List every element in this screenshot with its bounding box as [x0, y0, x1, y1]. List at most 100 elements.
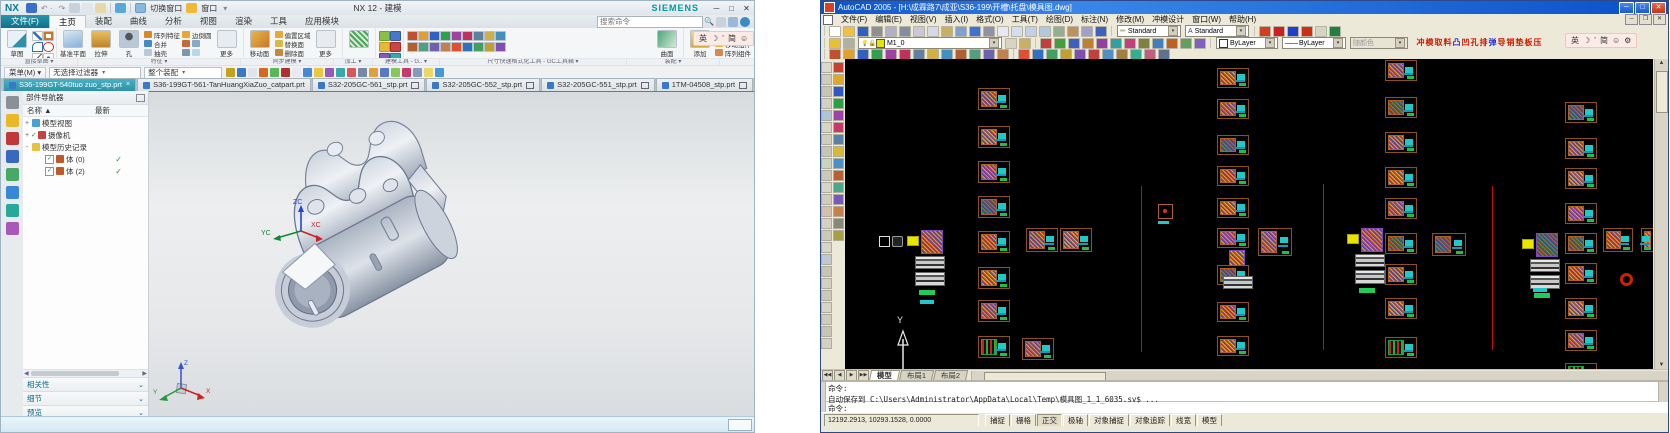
toolbar-icon[interactable]: [1287, 26, 1299, 37]
part-tab[interactable]: S32-205GC-561_stp.prt: [312, 78, 426, 91]
visibility-checkbox[interactable]: ✓: [45, 155, 54, 164]
draw-tool-icon[interactable]: [821, 182, 832, 193]
detail-drawing-cell[interactable]: [1385, 167, 1417, 188]
object-snap-icon[interactable]: [1040, 38, 1052, 49]
help-icon[interactable]: [740, 17, 750, 27]
detail-drawing-cell[interactable]: [1217, 336, 1249, 356]
minimize-ribbon-icon[interactable]: [728, 17, 738, 27]
drawing-canvas[interactable]: Y X: [845, 59, 1653, 369]
move-face-button[interactable]: 移动面: [247, 29, 273, 58]
close-button[interactable]: ✕: [739, 3, 754, 14]
draw-tool-icon[interactable]: [821, 194, 832, 205]
object-snap-icon[interactable]: [1096, 38, 1108, 49]
snap-point-icon[interactable]: [248, 68, 257, 77]
draw-tool-icon[interactable]: [821, 110, 832, 121]
draw-tool-icon[interactable]: [833, 86, 844, 97]
gc-tool-icon[interactable]: [418, 31, 429, 41]
minimize-button[interactable]: ─: [1619, 2, 1634, 14]
detail-drawing-cell[interactable]: [1385, 298, 1417, 319]
object-snap-icon[interactable]: [1194, 38, 1206, 49]
draw-tool-icon[interactable]: [821, 170, 832, 181]
detail-drawing-cell[interactable]: [978, 336, 1010, 358]
gc-tool-icon[interactable]: [495, 42, 506, 52]
die-command-button[interactable]: 销: [1506, 38, 1515, 48]
selection-scope-dropdown[interactable]: 整个装配▾: [144, 67, 222, 79]
gc-tool-icon[interactable]: [407, 42, 418, 52]
command-scrollbar[interactable]: [1658, 382, 1668, 402]
die-tool-icon[interactable]: [1130, 49, 1142, 60]
die-command-button[interactable]: 垫: [1515, 38, 1524, 48]
modeling-tool-icon[interactable]: [390, 42, 401, 52]
die-command-button[interactable]: 压: [1533, 38, 1542, 48]
edge-blend-button[interactable]: 边倒圆: [182, 30, 212, 39]
die-command-button[interactable]: 板: [1524, 38, 1533, 48]
draw-tool-icon[interactable]: [833, 206, 844, 217]
rectangle-icon[interactable]: [43, 31, 54, 41]
hd3d-tools-icon[interactable]: [6, 168, 19, 181]
toolbar-icon[interactable]: [1053, 26, 1065, 37]
detail-drawing-cell[interactable]: [978, 267, 1010, 289]
toolbar-icon[interactable]: [843, 26, 855, 37]
part-tab[interactable]: 1TM-04508_stp.prt: [656, 78, 753, 91]
snap-point-icon[interactable]: [435, 68, 444, 77]
snap-point-icon[interactable]: [237, 68, 246, 77]
snap-point-icon[interactable]: [292, 68, 301, 77]
unpin-icon[interactable]: [136, 94, 145, 102]
part-tab[interactable]: S32-205GC-552_stp.prt: [426, 78, 540, 91]
die-tool-icon[interactable]: [1088, 49, 1100, 60]
part-tab[interactable]: S32-205GC-551_stp.prt: [541, 78, 655, 91]
detail-drawing-cell[interactable]: [1385, 233, 1417, 254]
tab-渲染[interactable]: 渲染: [226, 15, 261, 28]
text-style-dropdown[interactable]: A Standard▾: [1185, 25, 1249, 37]
die-command-button[interactable]: 模: [1425, 38, 1434, 48]
ime-item[interactable]: ☽: [1583, 36, 1590, 45]
object-snap-icon[interactable]: [1152, 38, 1164, 49]
pattern-component-button[interactable]: 阵列组件: [715, 48, 751, 57]
toolbar-icon[interactable]: [913, 26, 925, 37]
die-command-button[interactable]: 孔: [1470, 38, 1479, 48]
die-tool-icon[interactable]: [1102, 49, 1114, 60]
draw-tool-icon[interactable]: [821, 74, 832, 85]
snap-point-icon[interactable]: [314, 68, 323, 77]
die-tool-icon[interactable]: [969, 49, 981, 60]
draw-tool-icon[interactable]: [821, 134, 832, 145]
menu-冲模设计[interactable]: 冲模设计: [1148, 14, 1188, 25]
toolbar-icon[interactable]: [1315, 26, 1327, 37]
gc-tool-icon[interactable]: [407, 31, 418, 41]
die-command-button[interactable]: 料: [1443, 38, 1452, 48]
draw-tool-icon[interactable]: [833, 122, 844, 133]
detail-drawing-cell[interactable]: [1217, 228, 1249, 248]
tab-曲线[interactable]: 曲线: [121, 15, 156, 28]
detail-drawing-cell[interactable]: [1603, 228, 1633, 252]
search-icon[interactable]: 🔍: [704, 17, 714, 26]
detail-drawing-cell[interactable]: [1565, 263, 1597, 284]
draw-tool-icon[interactable]: [833, 134, 844, 145]
menu-工具(T)[interactable]: 工具(T): [1008, 14, 1042, 25]
gc-tool-icon[interactable]: [440, 42, 451, 52]
menu-编辑(E)[interactable]: 编辑(E): [871, 14, 906, 25]
detail-drawing-cell[interactable]: [1565, 298, 1597, 319]
toolbar-icon[interactable]: [1095, 26, 1107, 37]
draw-tool-icon[interactable]: [821, 278, 832, 289]
toolbar-icon[interactable]: [857, 26, 869, 37]
toolbar-icon[interactable]: [1301, 26, 1313, 37]
draw-tool-icon[interactable]: [821, 254, 832, 265]
ime-item[interactable]: 简: [1600, 35, 1608, 46]
constraint-navigator-icon[interactable]: [6, 132, 19, 145]
detail-drawing-cell[interactable]: [1432, 233, 1466, 256]
window-resize-edge[interactable]: [821, 426, 1668, 432]
menu-button[interactable]: 菜单(M) ▾: [4, 67, 46, 79]
minimize-button[interactable]: ─: [709, 3, 724, 14]
snap-point-icon[interactable]: [336, 68, 345, 77]
color-dropdown[interactable]: ByLayer▾: [1216, 37, 1278, 49]
arc-icon[interactable]: [32, 42, 43, 52]
detail-drawing-cell[interactable]: [1385, 97, 1417, 118]
draw-tool-icon[interactable]: [821, 314, 832, 325]
reuse-library-icon[interactable]: [6, 150, 19, 163]
close-tab-icon[interactable]: ×: [126, 79, 130, 91]
tab-视图[interactable]: 视图: [191, 15, 226, 28]
menu-插入(I)[interactable]: 插入(I): [941, 14, 973, 25]
switch-window-button[interactable]: 切换窗口: [150, 3, 182, 14]
object-snap-icon[interactable]: [1124, 38, 1136, 49]
toolbar-icon[interactable]: [1259, 26, 1271, 37]
